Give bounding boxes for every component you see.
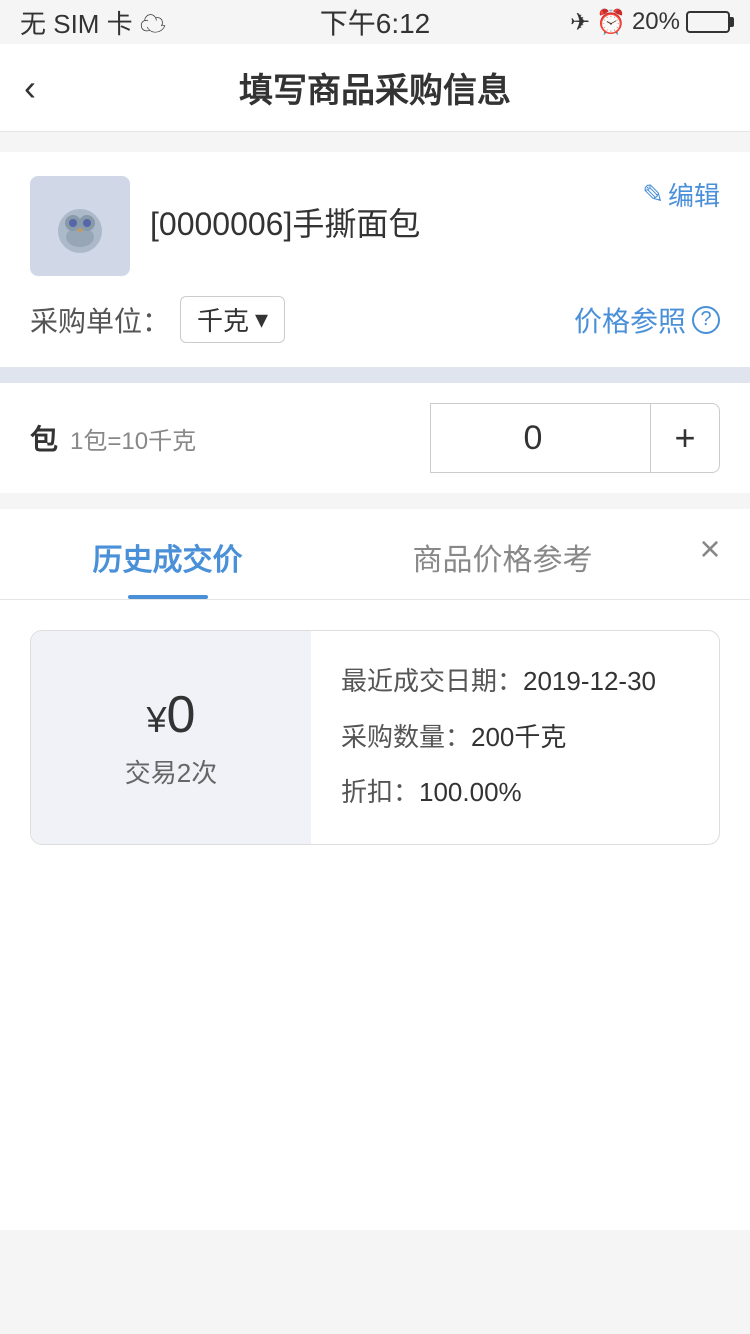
price-amount: ¥0 [147, 685, 196, 745]
price-ref-label: 价格参照 [574, 300, 686, 340]
header: ‹ 填写商品采购信息 [0, 44, 750, 132]
page-title: 填写商品采购信息 [239, 63, 511, 112]
alarm-icon: ⏰ [596, 8, 626, 37]
quantity-row: 包 1包=10千克 + [0, 383, 750, 493]
edit-icon: ✎ [642, 179, 664, 210]
recent-date-value: 2019-12-30 [523, 666, 656, 696]
trade-count: 交易2次 [125, 753, 217, 790]
back-button[interactable]: ‹ [24, 67, 36, 109]
purchase-qty-value: 200千克 [471, 722, 566, 752]
price-card-left: ¥0 交易2次 [31, 631, 311, 844]
purchase-qty-label: 采购数量： [341, 722, 471, 752]
price-card: ¥0 交易2次 最近成交日期：2019-12-30 采购数量：200千克 折扣：… [30, 630, 720, 845]
price-card-right: 最近成交日期：2019-12-30 采购数量：200千克 折扣：100.00% [311, 631, 719, 844]
tab-price-reference[interactable]: 商品价格参考 [335, 509, 670, 599]
quantity-input-group: + [430, 403, 720, 473]
status-right: ✈ ⏰ 20% [570, 8, 730, 37]
purchase-unit-label: 采购单位： [30, 300, 170, 340]
section-divider [0, 367, 750, 383]
unit-dropdown[interactable]: 千克 ▾ [180, 296, 285, 343]
product-image-icon [45, 191, 115, 261]
product-card: [0000006]手撕面包 ✎ 编辑 采购单位： 千克 ▾ 价格参照 ? [0, 152, 750, 367]
product-thumbnail [30, 176, 130, 276]
sim-wifi-label: 无 SIM 卡 ☁ [20, 9, 166, 39]
price-value: 0 [167, 686, 196, 744]
dropdown-arrow-icon: ▾ [255, 304, 268, 335]
purchase-unit-row: 采购单位： 千克 ▾ [30, 296, 285, 343]
tabs-section: 历史成交价 商品价格参考 × ¥0 交易2次 最近成交日期：2019-12-30… [0, 509, 750, 1230]
tab-close-button[interactable]: × [670, 528, 750, 580]
quantity-label: 包 1包=10千克 [30, 418, 196, 458]
nav-icon: ✈ [570, 8, 590, 37]
currency-symbol: ¥ [147, 699, 167, 740]
discount-value: 100.00% [419, 777, 522, 807]
battery-icon [686, 11, 730, 33]
tab-content: ¥0 交易2次 最近成交日期：2019-12-30 采购数量：200千克 折扣：… [0, 630, 750, 1230]
unit-sub-label: 1包=10千克 [70, 421, 196, 456]
status-bar: 无 SIM 卡 ☁ 下午6:12 ✈ ⏰ 20% [0, 0, 750, 44]
status-time: 下午6:12 [320, 2, 431, 42]
discount-label: 折扣： [341, 777, 419, 807]
status-left: 无 SIM 卡 ☁ [20, 4, 166, 41]
tab-history-price[interactable]: 历史成交价 [0, 509, 335, 599]
purchase-qty-row: 采购数量：200千克 [341, 717, 689, 759]
recent-date-label: 最近成交日期： [341, 666, 523, 696]
unit-value: 千克 [197, 301, 249, 338]
help-icon: ? [692, 306, 720, 334]
product-name: [0000006]手撕面包 [150, 199, 420, 245]
tabs-header: 历史成交价 商品价格参考 × [0, 509, 750, 600]
price-reference-button[interactable]: 价格参照 ? [574, 300, 720, 340]
unit-box-label: 包 [30, 418, 58, 458]
battery-percent: 20% [632, 8, 680, 36]
edit-button[interactable]: ✎ 编辑 [642, 176, 720, 213]
recent-date-row: 最近成交日期：2019-12-30 [341, 661, 689, 703]
quantity-plus-button[interactable]: + [650, 403, 720, 473]
discount-row: 折扣：100.00% [341, 772, 689, 814]
quantity-input[interactable] [430, 403, 650, 473]
